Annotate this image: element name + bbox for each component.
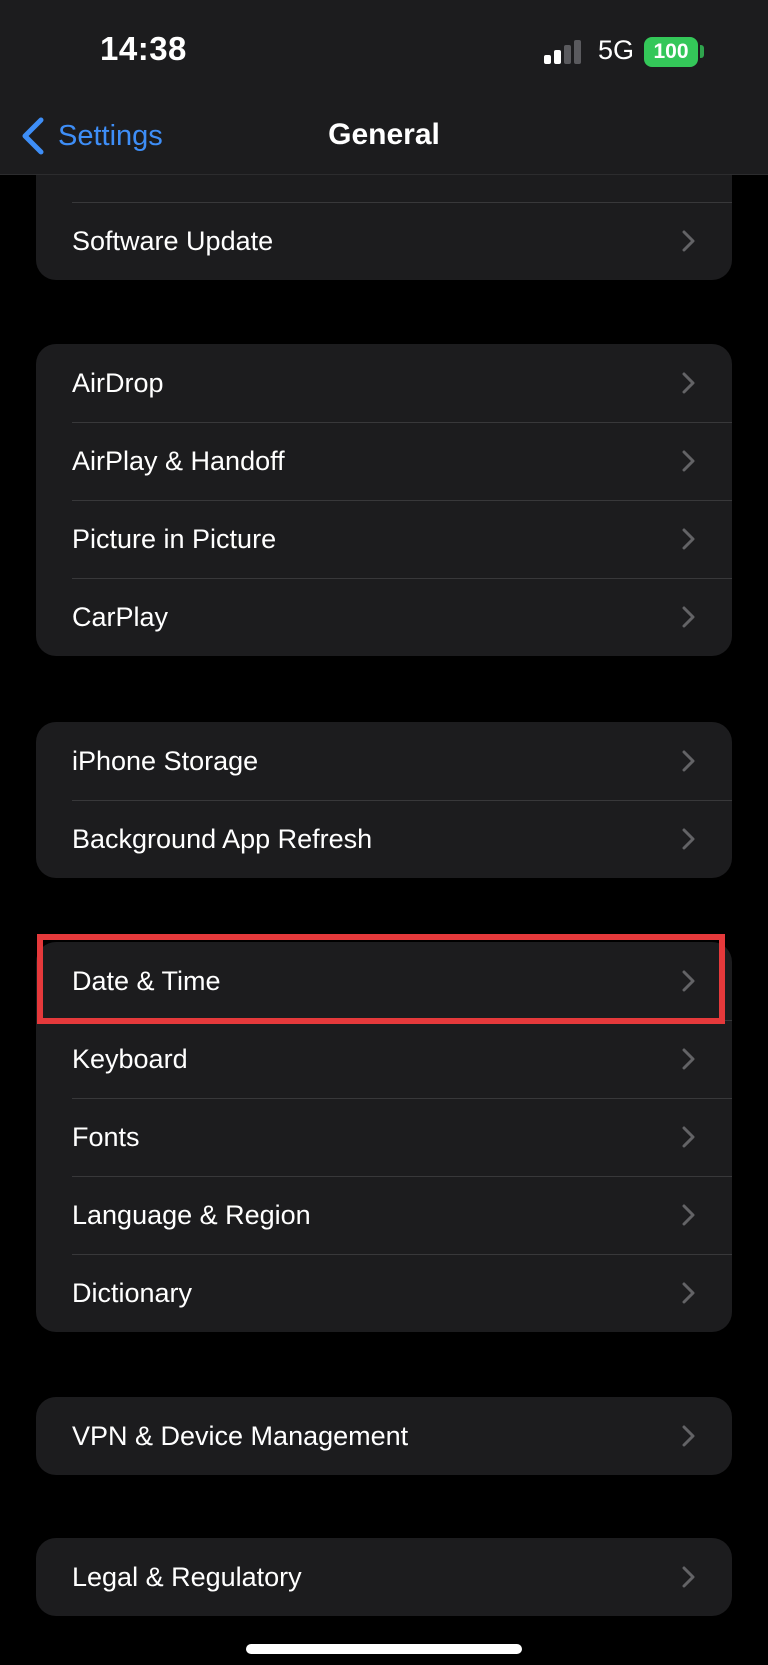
list-item-label: Legal & Regulatory xyxy=(72,1562,302,1592)
navigation-bar: 14:38 5G 100 Settings General xyxy=(0,0,768,175)
chevron-right-icon xyxy=(682,372,695,394)
settings-group-connectivity: AirDrop AirPlay & Handoff Picture in Pic… xyxy=(36,344,732,656)
list-item-date-time[interactable]: Date & Time xyxy=(36,942,732,1020)
list-item-dictionary[interactable]: Dictionary xyxy=(36,1254,732,1332)
list-item-label: Dictionary xyxy=(72,1278,193,1308)
cellular-signal-icon xyxy=(544,40,584,64)
list-item-label: Date & Time xyxy=(72,966,221,996)
list-item-language-region[interactable]: Language & Region xyxy=(36,1176,732,1254)
battery-tip xyxy=(700,45,704,58)
list-item-label: VPN & Device Management xyxy=(72,1421,409,1451)
list-item-iphone-storage[interactable]: iPhone Storage xyxy=(36,722,732,800)
chevron-right-icon xyxy=(682,1048,695,1070)
settings-group-vpn: VPN & Device Management xyxy=(36,1397,732,1475)
list-item-fonts[interactable]: Fonts xyxy=(36,1098,732,1176)
chevron-right-icon xyxy=(682,1282,695,1304)
list-item-software-update[interactable]: Software Update xyxy=(36,202,732,280)
list-item-label: AirDrop xyxy=(72,368,164,398)
chevron-right-icon xyxy=(682,450,695,472)
chevron-right-icon xyxy=(682,1126,695,1148)
list-item-label: Fonts xyxy=(72,1122,140,1152)
list-item-label: Keyboard xyxy=(72,1044,188,1074)
page-title: General xyxy=(328,118,440,151)
settings-group-locale: Date & Time Keyboard Fonts Language & Re… xyxy=(36,942,732,1332)
list-item-label: AirPlay & Handoff xyxy=(72,446,285,476)
list-item-label: iPhone Storage xyxy=(72,746,259,776)
chevron-right-icon xyxy=(682,1204,695,1226)
list-item-airplay-handoff[interactable]: AirPlay & Handoff xyxy=(36,422,732,500)
list-item-label: Language & Region xyxy=(72,1200,311,1230)
list-item-label: Picture in Picture xyxy=(72,524,277,554)
chevron-right-icon xyxy=(682,828,695,850)
chevron-right-icon xyxy=(682,1566,695,1588)
list-item-airdrop[interactable]: AirDrop xyxy=(36,344,732,422)
chevron-right-icon xyxy=(682,528,695,550)
list-item-label: Background App Refresh xyxy=(72,824,373,854)
battery-icon: 100 xyxy=(644,37,698,67)
settings-group-legal: Legal & Regulatory xyxy=(36,1538,732,1616)
chevron-right-icon xyxy=(682,970,695,992)
network-type: 5G xyxy=(598,35,635,65)
list-item-vpn-device-management[interactable]: VPN & Device Management xyxy=(36,1397,732,1475)
home-indicator[interactable] xyxy=(246,1644,522,1654)
list-item-carplay[interactable]: CarPlay xyxy=(36,578,732,656)
settings-group-storage: iPhone Storage Background App Refresh xyxy=(36,722,732,878)
chevron-right-icon xyxy=(682,606,695,628)
chevron-right-icon xyxy=(682,750,695,772)
chevron-right-icon xyxy=(682,230,695,252)
list-item-label: CarPlay xyxy=(72,602,169,632)
list-item-background-app-refresh[interactable]: Background App Refresh xyxy=(36,800,732,878)
chevron-right-icon xyxy=(682,1425,695,1447)
list-item-label: Software Update xyxy=(72,226,274,256)
list-item-keyboard[interactable]: Keyboard xyxy=(36,1020,732,1098)
status-time: 14:38 xyxy=(100,30,187,67)
list-item-legal-regulatory[interactable]: Legal & Regulatory xyxy=(36,1538,732,1616)
list-item-picture-in-picture[interactable]: Picture in Picture xyxy=(36,500,732,578)
